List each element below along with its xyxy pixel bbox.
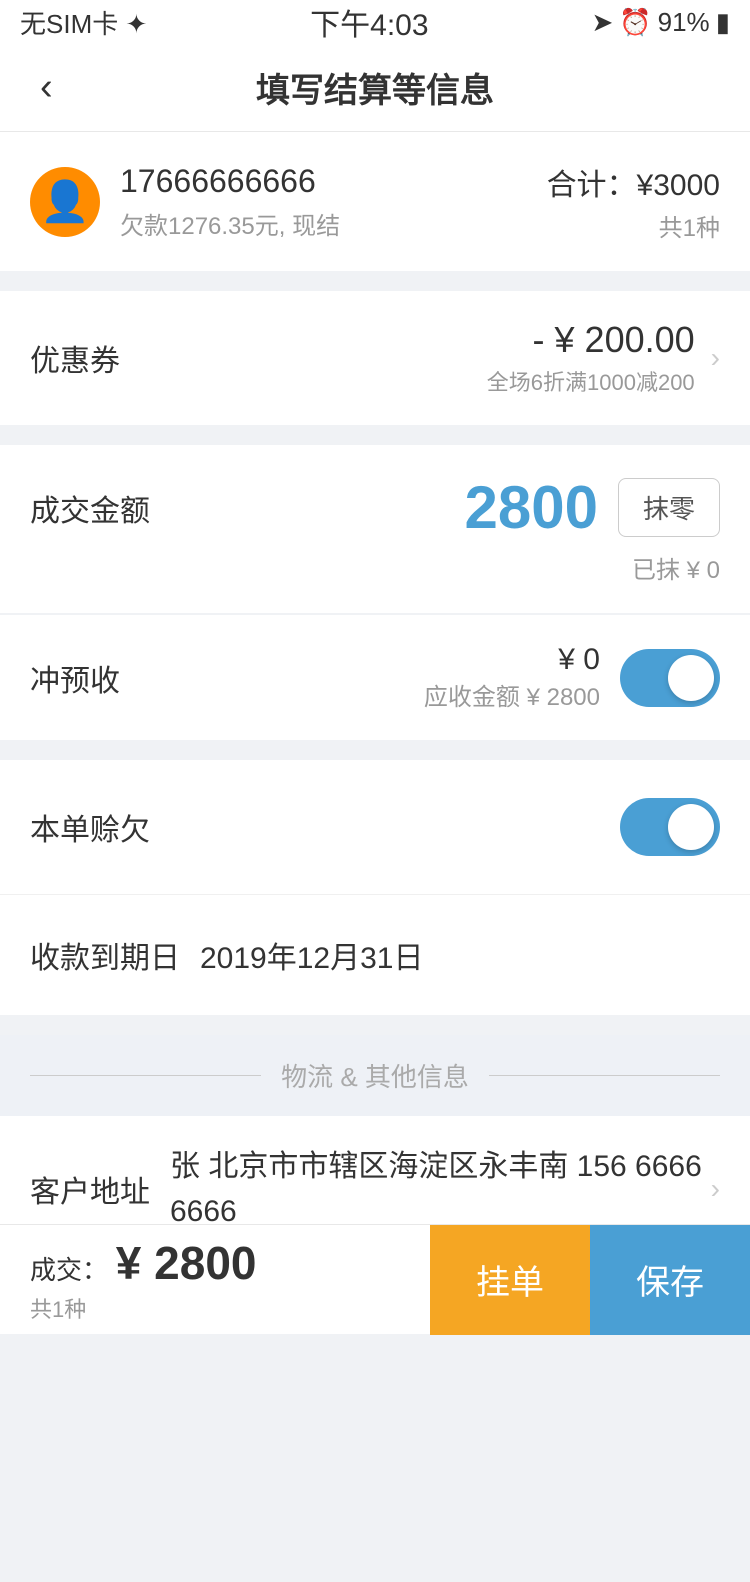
bottom-amount-label: 成交： (30, 1255, 108, 1285)
date-label: 收款到期日 (30, 933, 180, 977)
address-value: 张 北京市市辖区海淀区永丰南 156 6666 6666 (170, 1144, 711, 1234)
header-line-right (489, 1075, 720, 1076)
status-left: 无SIM卡 ✦ (20, 4, 147, 41)
amount-sub: 已抹 ¥ 0 (30, 550, 720, 585)
logistics-section-header: 物流 & 其他信息 (0, 1035, 750, 1116)
address-label: 客户地址 (30, 1167, 150, 1211)
bottom-amount: ¥ 2800 (116, 1237, 257, 1289)
total-amount: 合计：¥3000 (547, 160, 720, 204)
coupon-row[interactable]: 优惠券 - ¥ 200.00 全场6折满1000减200 › (0, 291, 750, 425)
battery-status: 91% (658, 7, 710, 38)
debt-toggle[interactable] (620, 798, 720, 856)
sim-status: 无SIM卡 ✦ (20, 4, 147, 41)
amount-number: 2800 (465, 473, 598, 542)
chevron-right-icon: › (711, 342, 720, 374)
page-title: 填写结算等信息 (256, 63, 494, 112)
prepay-amount-group: ¥ 0 应收金额 ¥ 2800 (424, 643, 600, 712)
avatar: 👤 (30, 167, 100, 237)
prepay-amount: ¥ 0 (424, 643, 600, 677)
bottom-amount-row: 成交： ¥ 2800 (30, 1236, 400, 1290)
logistics-header-text: 物流 & 其他信息 (281, 1057, 469, 1094)
amount-value-group: 2800 抹零 (465, 473, 721, 542)
hold-button[interactable]: 挂单 (430, 1225, 590, 1335)
section-divider-3 (0, 1015, 750, 1035)
location-icon: ➤ (591, 7, 613, 38)
amount-row: 成交金额 2800 抹零 (30, 473, 720, 542)
date-value: 2019年12月31日 (200, 933, 423, 977)
customer-debt: 欠款1276.35元, 现结 (120, 206, 340, 241)
amount-label: 成交金额 (30, 486, 150, 530)
back-button[interactable]: ‹ (30, 56, 63, 119)
avatar-icon: 👤 (40, 178, 90, 225)
prepay-right: ¥ 0 应收金额 ¥ 2800 (424, 643, 720, 712)
section-divider-1 (0, 425, 750, 445)
coupon-desc: 全场6折满1000减200 (487, 365, 695, 397)
prepay-toggle[interactable] (620, 649, 720, 707)
customer-phone: 17666666666 (120, 163, 340, 200)
address-chevron-icon: › (711, 1173, 720, 1205)
customer-right: 合计：¥3000 共1种 (547, 160, 720, 243)
date-row: 收款到期日 2019年12月31日 (30, 933, 720, 977)
prepay-section: 冲预收 ¥ 0 应收金额 ¥ 2800 (0, 615, 750, 740)
coupon-amount: - ¥ 200.00 (533, 319, 695, 361)
bottom-bar: 成交： ¥ 2800 共1种 挂单 保存 (0, 1224, 750, 1334)
bottom-summary: 成交： ¥ 2800 共1种 (0, 1236, 430, 1324)
toggle-knob (668, 655, 714, 701)
coupon-label: 优惠券 (30, 336, 120, 380)
debt-label: 本单赊欠 (30, 805, 150, 849)
transaction-amount-section: 成交金额 2800 抹零 已抹 ¥ 0 (0, 445, 750, 613)
customer-info: 17666666666 欠款1276.35元, 现结 (120, 163, 340, 241)
prepay-sub: 应收金额 ¥ 2800 (424, 677, 600, 712)
status-time: 下午4:03 (310, 0, 428, 44)
status-right: ➤ ⏰ 91% ▮ (591, 7, 730, 38)
total-count: 共1种 (547, 208, 720, 243)
coupon-value-group: - ¥ 200.00 全场6折满1000减200 (487, 319, 695, 397)
nav-bar: ‹ 填写结算等信息 (0, 44, 750, 132)
round-button[interactable]: 抹零 (618, 478, 720, 537)
status-bar: 无SIM卡 ✦ 下午4:03 ➤ ⏰ 91% ▮ (0, 0, 750, 44)
coupon-right: - ¥ 200.00 全场6折满1000减200 › (487, 319, 720, 397)
bottom-count: 共1种 (30, 1292, 400, 1324)
header-line-left (30, 1075, 261, 1076)
battery-icon: ▮ (716, 7, 730, 38)
customer-left: 👤 17666666666 欠款1276.35元, 现结 (30, 163, 340, 241)
alarm-icon: ⏰ (619, 7, 651, 38)
customer-card: 👤 17666666666 欠款1276.35元, 现结 合计：¥3000 共1… (0, 132, 750, 271)
debt-section: 本单赊欠 (0, 760, 750, 894)
debt-toggle-knob (668, 804, 714, 850)
save-button[interactable]: 保存 (590, 1225, 750, 1335)
prepay-label: 冲预收 (30, 656, 120, 700)
section-divider-2 (0, 740, 750, 760)
content: 👤 17666666666 欠款1276.35元, 现结 合计：¥3000 共1… (0, 132, 750, 1582)
due-date-section: 收款到期日 2019年12月31日 (0, 894, 750, 1015)
